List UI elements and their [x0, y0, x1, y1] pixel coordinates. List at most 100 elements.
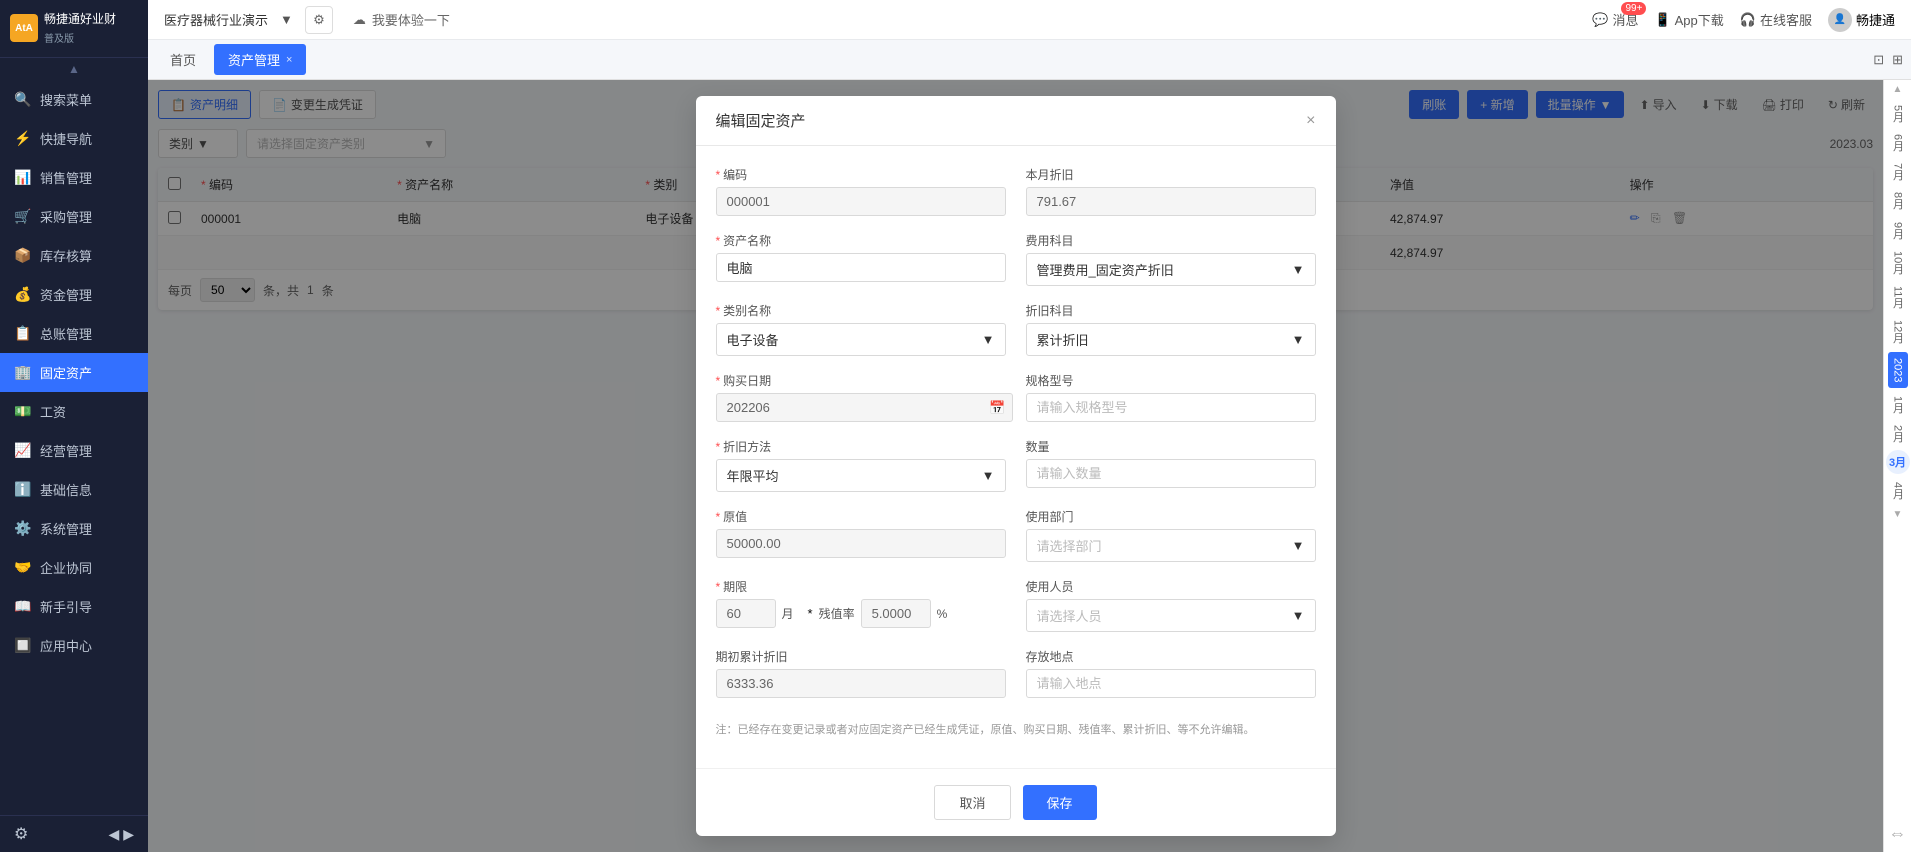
app-center-icon: 🔲 — [14, 636, 32, 654]
dep-method-select[interactable]: 年限平均 ▼ — [716, 459, 1006, 492]
app-download-btn[interactable]: 📱 App下载 — [1654, 10, 1723, 29]
month-2[interactable]: 2月 — [1886, 419, 1910, 448]
sidebar-item-label: 工资 — [40, 402, 66, 421]
sidebar-item-nav[interactable]: ⚡ 快捷导航 — [0, 119, 148, 158]
sidebar-nav: 🔍 搜索菜单 ⚡ 快捷导航 📊 销售管理 🛒 采购管理 📦 库存核算 💰 — [0, 80, 148, 815]
month-7[interactable]: 7月 — [1886, 157, 1910, 186]
maximize-icon[interactable]: ⊞ — [1892, 52, 1903, 68]
sidebar-collapse-btn[interactable]: ◀▶ — [108, 826, 134, 843]
quantity-input[interactable] — [1026, 459, 1316, 488]
settings-icon[interactable]: ⚙ — [14, 824, 28, 844]
month-3[interactable]: 3月 — [1886, 450, 1910, 474]
cooperation-icon: 🤝 — [14, 558, 32, 576]
scroll-up-btn[interactable]: ▲ — [1892, 84, 1903, 95]
sidebar-item-purchase[interactable]: 🛒 采购管理 — [0, 197, 148, 236]
sidebar-item-search[interactable]: 🔍 搜索菜单 — [0, 80, 148, 119]
residual-rate-input[interactable] — [861, 599, 931, 628]
sidebar-item-basic-info[interactable]: ℹ️ 基础信息 — [0, 470, 148, 509]
dep-subject-label: 折旧科目 — [1026, 302, 1316, 319]
sidebar-item-payroll[interactable]: 💵 工资 — [0, 392, 148, 431]
sidebar-item-label: 应用中心 — [40, 636, 92, 655]
inventory-icon: 📦 — [14, 246, 32, 264]
month-5[interactable]: 5月 — [1886, 99, 1910, 128]
purchase-date-input[interactable] — [716, 393, 1014, 422]
month-8[interactable]: 8月 — [1886, 186, 1910, 215]
user-menu[interactable]: 👤 畅捷通 — [1828, 8, 1895, 32]
sidebar-item-fixed-assets[interactable]: 🏢 固定资产 — [0, 353, 148, 392]
sidebar-toggle-btn[interactable]: ⇔ — [1889, 819, 1907, 848]
spec-input[interactable] — [1026, 393, 1316, 422]
form-row-3: * 类别名称 电子设备 ▼ — [716, 302, 1316, 356]
month-11[interactable]: 11月 — [1886, 280, 1910, 314]
sidebar-item-app-center[interactable]: 🔲 应用中心 — [0, 626, 148, 665]
month-9[interactable]: 9月 — [1886, 216, 1910, 245]
settings-gear-btn[interactable]: ⚙ — [305, 6, 333, 34]
sidebar-footer: ⚙ ◀▶ — [0, 815, 148, 852]
month-10[interactable]: 10月 — [1886, 245, 1910, 280]
form-col-accumulated-dep: 期初累计折旧 — [716, 648, 1006, 698]
modal-body: * 编码 本月折旧 — [696, 146, 1336, 768]
ledger-icon: 📋 — [14, 324, 32, 342]
company-dropdown[interactable]: ▼ — [280, 12, 293, 27]
month-12[interactable]: 12月 — [1886, 314, 1910, 349]
residual-rate-label: 残值率 — [819, 605, 855, 622]
minimize-icon[interactable]: ⊡ — [1873, 52, 1884, 68]
customer-service-btn[interactable]: 🎧 在线客服 — [1740, 10, 1812, 29]
department-select[interactable]: 请选择部门 ▼ — [1026, 529, 1316, 562]
logo-icon: AtA — [10, 14, 38, 42]
dropdown-icon: ▼ — [982, 468, 995, 483]
calendar-icon[interactable]: 📅 — [989, 400, 1005, 416]
code-input[interactable] — [716, 187, 1006, 216]
dropdown-icon: ▼ — [982, 332, 995, 347]
month-4[interactable]: 4月 — [1886, 476, 1910, 505]
original-value-input[interactable] — [716, 529, 1006, 558]
sidebar: AtA 畅捷通好业财 普及版 ▲ 🔍 搜索菜单 ⚡ 快捷导航 📊 销售管理 — [0, 0, 148, 852]
personnel-select[interactable]: 请选择人员 ▼ — [1026, 599, 1316, 632]
sidebar-item-label: 采购管理 — [40, 207, 92, 226]
sidebar-scroll-up[interactable]: ▲ — [0, 58, 148, 80]
form-col-dep-subject: 折旧科目 累计折旧 ▼ — [1026, 302, 1316, 356]
sidebar-item-inventory[interactable]: 📦 库存核算 — [0, 236, 148, 275]
sidebar-item-label: 企业协同 — [40, 558, 92, 577]
form-row-5: * 折旧方法 年限平均 ▼ — [716, 438, 1316, 492]
sidebar-item-system[interactable]: ⚙️ 系统管理 — [0, 509, 148, 548]
experience-btn[interactable]: ☁ 我要体验一下 — [353, 10, 450, 29]
form-row-1: * 编码 本月折旧 — [716, 166, 1316, 216]
form-row-2: * 资产名称 费用科目 — [716, 232, 1316, 286]
sidebar-item-label: 快捷导航 — [40, 129, 92, 148]
sidebar-item-cooperation[interactable]: 🤝 企业协同 — [0, 548, 148, 587]
form-col-purchase-date: * 购买日期 📅 — [716, 372, 1006, 422]
scroll-down-btn[interactable]: ▼ — [1892, 509, 1903, 520]
sidebar-item-sales[interactable]: 📊 销售管理 — [0, 158, 148, 197]
sidebar-item-ledger[interactable]: 📋 总账管理 — [0, 314, 148, 353]
month-1[interactable]: 1月 — [1886, 390, 1910, 419]
modal-close-btn[interactable]: × — [1306, 112, 1315, 130]
residual-rate-unit: % — [937, 607, 948, 621]
sidebar-item-label: 系统管理 — [40, 519, 92, 538]
form-col-storage: 存放地点 — [1026, 648, 1316, 698]
accumulated-dep-input[interactable] — [716, 669, 1006, 698]
tab-home[interactable]: 首页 — [156, 44, 210, 75]
expense-subject-select[interactable]: 管理费用_固定资产折旧 ▼ — [1026, 253, 1316, 286]
form-col-original-value: * 原值 — [716, 508, 1006, 562]
sidebar-item-guide[interactable]: 📖 新手引导 — [0, 587, 148, 626]
notification-btn[interactable]: 💬 消息 99+ — [1592, 10, 1638, 29]
period-input[interactable] — [716, 599, 776, 628]
cancel-button[interactable]: 取消 — [934, 785, 1010, 820]
username-label: 畅捷通 — [1856, 10, 1895, 29]
sidebar-item-finance[interactable]: 💰 资金管理 — [0, 275, 148, 314]
sidebar-item-label: 经营管理 — [40, 441, 92, 460]
monthly-dep-input[interactable] — [1026, 187, 1316, 216]
month-6[interactable]: 6月 — [1886, 128, 1910, 157]
tab-close-btn[interactable]: × — [286, 54, 292, 66]
sidebar-item-operations[interactable]: 📈 经营管理 — [0, 431, 148, 470]
dep-subject-select[interactable]: 累计折旧 ▼ — [1026, 323, 1316, 356]
original-value-label: * 原值 — [716, 508, 1006, 525]
tab-asset-management[interactable]: 资产管理 × — [214, 44, 306, 75]
guide-icon: 📖 — [14, 597, 32, 615]
year-2023[interactable]: 2023 — [1888, 352, 1908, 388]
save-button[interactable]: 保存 — [1023, 785, 1097, 820]
category-select[interactable]: 电子设备 ▼ — [716, 323, 1006, 356]
asset-name-input[interactable] — [716, 253, 1006, 282]
storage-input[interactable] — [1026, 669, 1316, 698]
